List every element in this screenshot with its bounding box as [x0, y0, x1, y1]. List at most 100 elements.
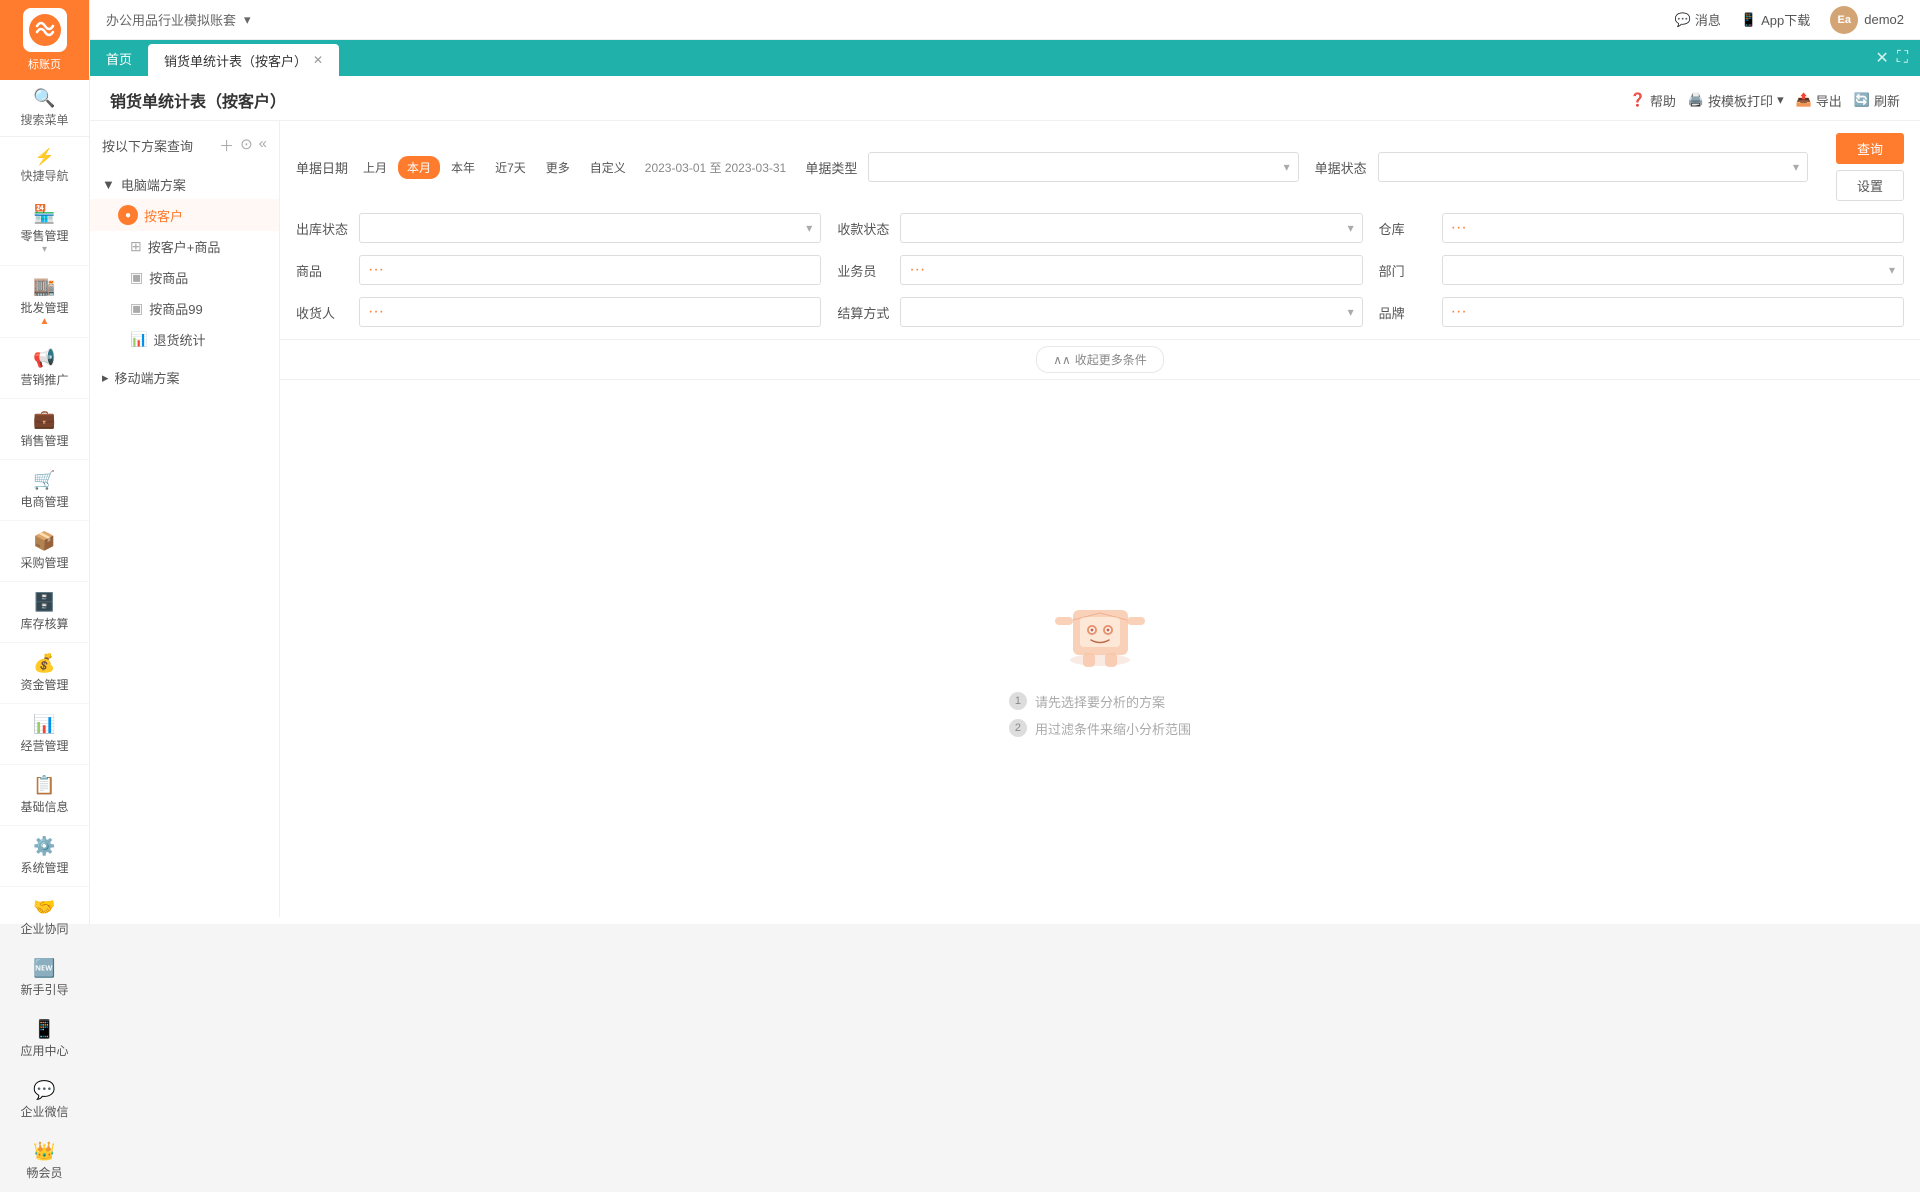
sidebar-item-marketing[interactable]: 📢 营销推广	[0, 338, 89, 399]
sidebar-item-system[interactable]: ⚙️ 系统管理	[0, 826, 89, 887]
search-button[interactable]: 查询	[1836, 133, 1904, 164]
logo-area[interactable]: 标账页	[0, 0, 89, 80]
collapse-bar: ∧∧ 收起更多条件	[280, 340, 1920, 380]
date-tab-last-month[interactable]: 上月	[354, 156, 396, 179]
empty-tips: 1 请先选择要分析的方案 2 用过滤条件来缩小分析范围	[1009, 692, 1191, 738]
salesperson-control[interactable]: ···	[900, 255, 1362, 285]
basic-icon: 📋	[33, 775, 55, 796]
print-chevron: ▾	[1777, 92, 1784, 108]
content-area: 按以下方案查询 ＋ ⊙ « ▼ 电脑端方案	[90, 121, 1920, 917]
tip-text-1: 请先选择要分析的方案	[1035, 692, 1165, 711]
scheme-group-pc: ▼ 电脑端方案 ● 按客户 ⊞ 按客户+商品 ▣	[90, 166, 279, 359]
scheme-group-mobile: ▸ 移动端方案	[90, 359, 279, 396]
quick-nav[interactable]: ⚡ 快捷导航	[0, 137, 89, 194]
payment-control[interactable]	[900, 213, 1362, 243]
department-label: 部门	[1379, 261, 1434, 280]
warehouse-control[interactable]: ···	[1442, 213, 1904, 243]
maximize-icon[interactable]: ⛶	[1897, 49, 1908, 67]
scheme-item-return-stat-label: 退货统计	[153, 330, 205, 349]
add-scheme-icon[interactable]: ＋	[219, 135, 234, 156]
tab-sales-stat[interactable]: 销货单统计表（按客户） ✕	[148, 44, 339, 76]
ecommerce-icon: 🛒	[33, 470, 55, 491]
app-download-button[interactable]: 📱 App下载	[1741, 10, 1810, 29]
settings-button[interactable]: 设置	[1836, 170, 1904, 201]
sidebar-item-ecommerce[interactable]: 🛒 电商管理	[0, 460, 89, 521]
scheme-group-pc-header[interactable]: ▼ 电脑端方案	[90, 170, 279, 199]
order-type-arrow	[1284, 160, 1290, 174]
header-dropdown[interactable]: ▾	[244, 12, 251, 28]
date-tab-7days[interactable]: 近7天	[486, 156, 535, 179]
filter-row-3: 商品 ··· 业务员 ··· 部门	[296, 255, 1904, 285]
user-menu[interactable]: Ea demo2	[1830, 6, 1904, 34]
recipient-control[interactable]: ···	[359, 297, 821, 327]
tip-text-2: 用过滤条件来缩小分析范围	[1035, 719, 1191, 738]
sidebar-item-wholesale[interactable]: 🏬 批发管理 ▲	[0, 266, 89, 338]
recipient-dots: ···	[368, 303, 384, 321]
sidebar-item-purchase[interactable]: 📦 采购管理	[0, 521, 89, 582]
tab-close-icon[interactable]: ✕	[313, 53, 323, 67]
sales-label: 销售管理	[20, 432, 68, 449]
export-button[interactable]: 📤 导出	[1796, 91, 1842, 110]
sidebar-item-member[interactable]: 👑 畅会员	[0, 1131, 89, 1192]
sidebar-item-retail[interactable]: 🏪 零售管理	[0, 194, 89, 266]
collapse-panel-icon[interactable]: «	[259, 135, 267, 156]
shipment-arrow	[806, 221, 812, 235]
filter-warehouse: 仓库 ···	[1379, 213, 1904, 243]
tab-bar: 首页 销货单统计表（按客户） ✕ ✕ ⛶	[90, 40, 1920, 76]
export-label: 导出	[1816, 91, 1842, 110]
guide-label: 新手引导	[20, 981, 68, 998]
sidebar-item-cooperation[interactable]: 🤝 企业协同	[0, 887, 89, 948]
msg-button[interactable]: 💬 消息	[1675, 10, 1721, 29]
tab-sales-stat-label: 销货单统计表（按客户）	[164, 51, 307, 70]
username: demo2	[1864, 12, 1904, 27]
sales-icon: 💼	[33, 409, 55, 430]
date-tab-this-month[interactable]: 本月	[398, 156, 440, 179]
shipment-control[interactable]	[359, 213, 821, 243]
scheme-item-by-goods-99[interactable]: ▣ 按商品99	[90, 293, 279, 324]
scheme-item-by-customer-goods[interactable]: ⊞ 按客户+商品	[90, 231, 279, 262]
order-status-label: 单据状态	[1315, 158, 1370, 177]
sidebar-item-guide[interactable]: 🆕 新手引导	[0, 948, 89, 1009]
scheme-group-pc-label: 电脑端方案	[121, 175, 186, 194]
date-tab-more[interactable]: 更多	[537, 156, 579, 179]
date-tabs: 上月 本月 本年 近7天 更多 自定义	[354, 156, 635, 179]
sidebar-item-basic[interactable]: 📋 基础信息	[0, 765, 89, 826]
order-status-control[interactable]	[1378, 152, 1808, 182]
sidebar-item-finance[interactable]: 💰 资金管理	[0, 643, 89, 704]
sidebar-item-sales[interactable]: 💼 销售管理	[0, 399, 89, 460]
member-icon: 👑	[33, 1141, 55, 1162]
empty-state: 1 请先选择要分析的方案 2 用过滤条件来缩小分析范围	[280, 380, 1920, 917]
payment-label: 收款状态	[837, 219, 892, 238]
refresh-button[interactable]: 🔄 刷新	[1854, 91, 1900, 110]
date-tab-this-year[interactable]: 本年	[442, 156, 484, 179]
settlement-control[interactable]	[900, 297, 1362, 327]
order-type-control[interactable]	[868, 152, 1298, 182]
print-button[interactable]: 🖨️ 按模板打印 ▾	[1688, 91, 1784, 110]
system-icon: ⚙️	[33, 836, 55, 857]
scheme-item-by-customer[interactable]: ● 按客户	[90, 199, 279, 231]
sidebar-item-wechat[interactable]: 💬 企业微信	[0, 1070, 89, 1131]
tab-home[interactable]: 首页	[90, 40, 148, 76]
brand-control[interactable]: ···	[1442, 297, 1904, 327]
help-button[interactable]: ❓ 帮助	[1630, 91, 1676, 110]
sidebar-item-inventory[interactable]: 🗄️ 库存核算	[0, 582, 89, 643]
guide-icon: 🆕	[33, 958, 55, 979]
by-customer-goods-icon: ⊞	[130, 238, 142, 255]
goods-control[interactable]: ···	[359, 255, 821, 285]
sidebar-item-app-center[interactable]: 📱 应用中心	[0, 1009, 89, 1070]
scheme-section: ▼ 电脑端方案 ● 按客户 ⊞ 按客户+商品 ▣	[90, 162, 279, 400]
scheme-group-mobile-header[interactable]: ▸ 移动端方案	[90, 363, 279, 392]
date-tab-custom[interactable]: 自定义	[581, 156, 635, 179]
scheme-item-by-goods[interactable]: ▣ 按商品	[90, 262, 279, 293]
tab-controls: ✕ ⛶	[1875, 40, 1920, 76]
sidebar-item-operation[interactable]: 📊 经营管理	[0, 704, 89, 765]
department-control[interactable]	[1442, 255, 1904, 285]
scheme-item-by-goods-99-label: 按商品99	[149, 299, 202, 318]
edit-scheme-icon[interactable]: ⊙	[240, 135, 253, 156]
export-icon: 📤	[1796, 92, 1812, 108]
close-window-icon[interactable]: ✕	[1875, 48, 1888, 68]
scheme-item-return-stat[interactable]: 📊 退货统计	[90, 324, 279, 355]
wholesale-label: 批发管理	[20, 299, 68, 316]
collapse-button[interactable]: ∧∧ 收起更多条件	[1036, 346, 1164, 373]
sidebar-search[interactable]: 🔍 搜索菜单	[0, 80, 89, 137]
